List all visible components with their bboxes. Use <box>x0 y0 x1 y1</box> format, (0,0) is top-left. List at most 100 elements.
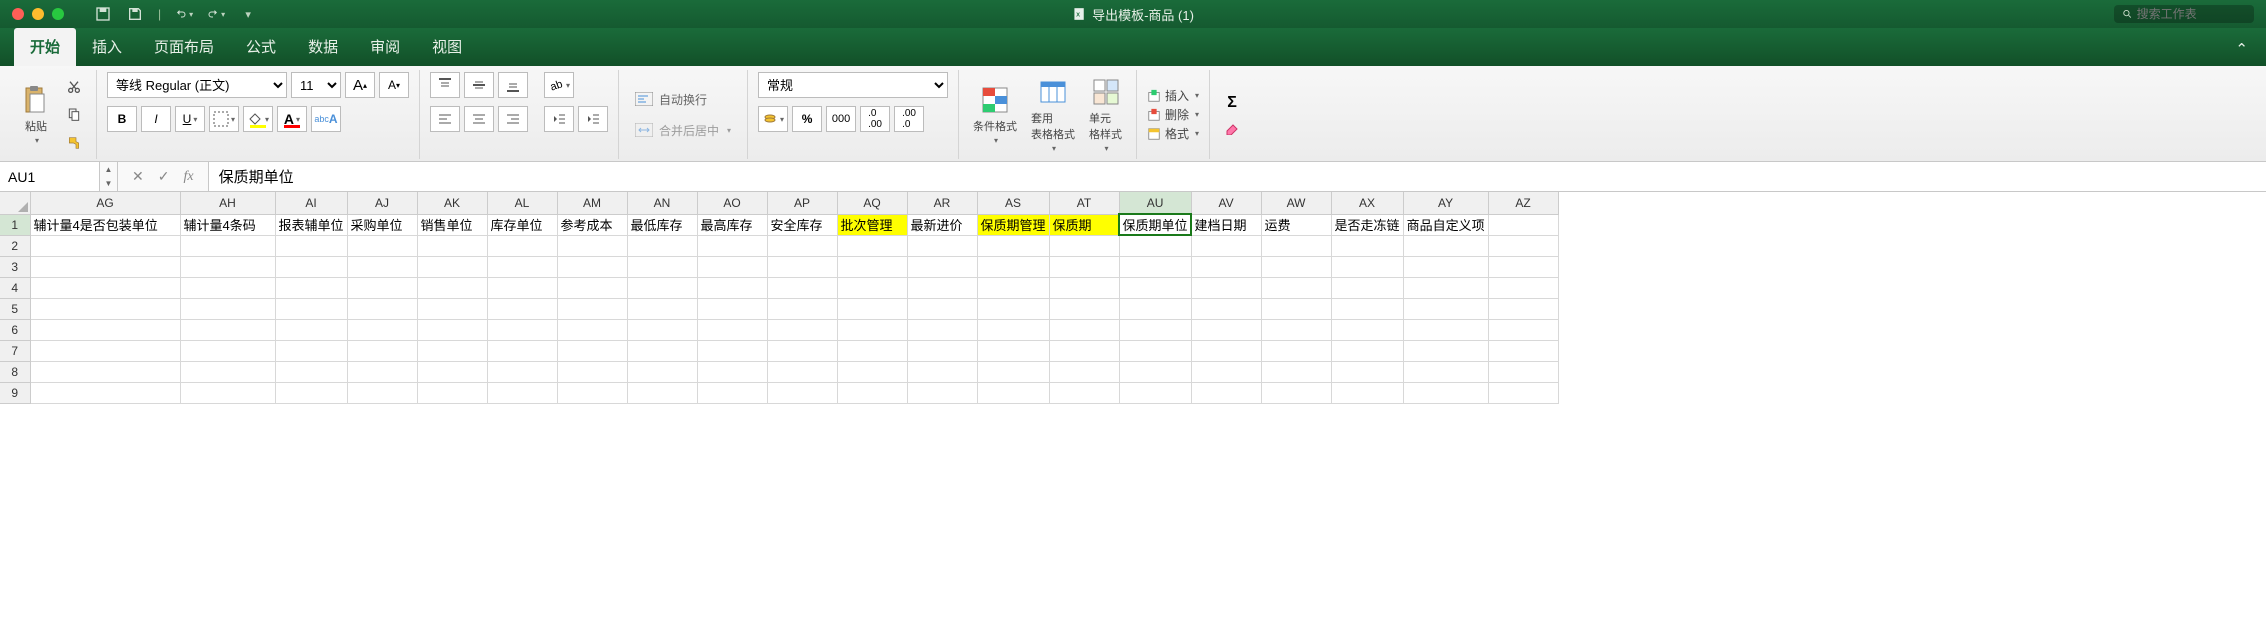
table-format-button[interactable]: 套用 表格格式▾ <box>1027 74 1079 155</box>
row-header-4[interactable]: 4 <box>0 277 30 298</box>
search-box[interactable] <box>2114 5 2254 23</box>
col-header-AO[interactable]: AO <box>697 192 767 214</box>
col-header-AM[interactable]: AM <box>557 192 627 214</box>
cell[interactable] <box>347 340 417 361</box>
cell[interactable] <box>1403 235 1488 256</box>
cell[interactable]: 库存单位 <box>487 214 557 235</box>
col-header-AQ[interactable]: AQ <box>837 192 907 214</box>
cell[interactable] <box>697 319 767 340</box>
cell[interactable] <box>275 361 347 382</box>
cell[interactable]: 采购单位 <box>347 214 417 235</box>
cell[interactable]: 报表辅单位 <box>275 214 347 235</box>
autosave-icon[interactable] <box>94 5 112 23</box>
name-box-stepper[interactable]: ▲▼ <box>100 162 118 191</box>
cell[interactable] <box>1191 277 1261 298</box>
fill-color-icon[interactable]: ▾ <box>243 106 273 132</box>
cell[interactable] <box>417 277 487 298</box>
cell[interactable] <box>697 277 767 298</box>
cell[interactable] <box>697 298 767 319</box>
cell[interactable] <box>1119 256 1191 277</box>
col-header-AZ[interactable]: AZ <box>1488 192 1558 214</box>
cell[interactable] <box>487 340 557 361</box>
phonetic-guide-icon[interactable]: abcA <box>311 106 341 132</box>
cell[interactable] <box>977 361 1049 382</box>
cell[interactable] <box>1119 340 1191 361</box>
cell[interactable] <box>1331 319 1403 340</box>
align-left-icon[interactable] <box>430 106 460 132</box>
cell[interactable] <box>1488 319 1558 340</box>
cell[interactable] <box>977 256 1049 277</box>
cell[interactable] <box>837 382 907 403</box>
cell[interactable] <box>1119 382 1191 403</box>
bold-button[interactable]: B <box>107 106 137 132</box>
cell[interactable] <box>697 361 767 382</box>
cell[interactable] <box>30 340 180 361</box>
cell[interactable] <box>557 256 627 277</box>
select-all-corner[interactable] <box>0 192 30 214</box>
align-center-icon[interactable] <box>464 106 494 132</box>
cell[interactable] <box>347 319 417 340</box>
cell[interactable] <box>180 361 275 382</box>
row-header-9[interactable]: 9 <box>0 382 30 403</box>
cell[interactable] <box>1488 277 1558 298</box>
cell[interactable] <box>347 361 417 382</box>
cell[interactable] <box>1261 256 1331 277</box>
col-header-AS[interactable]: AS <box>977 192 1049 214</box>
cell[interactable] <box>180 340 275 361</box>
cell[interactable] <box>30 382 180 403</box>
cell[interactable] <box>767 298 837 319</box>
tab-审阅[interactable]: 审阅 <box>354 28 416 66</box>
cell[interactable] <box>977 340 1049 361</box>
cell[interactable] <box>1403 361 1488 382</box>
copy-icon[interactable] <box>62 104 86 126</box>
cell[interactable] <box>1191 340 1261 361</box>
formula-input[interactable] <box>209 162 2266 191</box>
cell[interactable] <box>627 277 697 298</box>
cell[interactable] <box>180 277 275 298</box>
wrap-text-button[interactable]: 自动换行 <box>629 89 737 110</box>
cancel-formula-icon[interactable]: ✕ <box>132 168 144 185</box>
cell[interactable] <box>1261 340 1331 361</box>
col-header-AR[interactable]: AR <box>907 192 977 214</box>
cell[interactable] <box>627 382 697 403</box>
cell[interactable] <box>837 298 907 319</box>
insert-function-icon[interactable]: fx <box>183 169 193 185</box>
cell[interactable] <box>1049 298 1119 319</box>
cell[interactable] <box>627 340 697 361</box>
row-header-6[interactable]: 6 <box>0 319 30 340</box>
cell[interactable] <box>1331 256 1403 277</box>
cell[interactable] <box>557 361 627 382</box>
cell[interactable] <box>275 382 347 403</box>
cell[interactable] <box>275 256 347 277</box>
cell[interactable]: 运费 <box>1261 214 1331 235</box>
col-header-AW[interactable]: AW <box>1261 192 1331 214</box>
col-header-AT[interactable]: AT <box>1049 192 1119 214</box>
cell[interactable] <box>907 319 977 340</box>
cell[interactable]: 最高库存 <box>697 214 767 235</box>
cell[interactable] <box>557 319 627 340</box>
cut-icon[interactable] <box>62 76 86 98</box>
font-size-select[interactable]: 11 <box>291 72 341 98</box>
cell[interactable]: 最低库存 <box>627 214 697 235</box>
cell[interactable] <box>417 256 487 277</box>
cell[interactable] <box>1403 340 1488 361</box>
cell-styles-button[interactable]: 单元 格样式▾ <box>1085 74 1126 155</box>
insert-cells-button[interactable]: 插入▾ <box>1147 87 1199 104</box>
col-header-AX[interactable]: AX <box>1331 192 1403 214</box>
cell[interactable] <box>627 256 697 277</box>
zoom-window[interactable] <box>52 8 64 20</box>
cell[interactable] <box>487 361 557 382</box>
cell[interactable] <box>30 235 180 256</box>
cell[interactable] <box>1191 382 1261 403</box>
cell[interactable] <box>275 298 347 319</box>
spreadsheet-grid[interactable]: AGAHAIAJAKALAMANAOAPAQARASATAUAVAWAXAYAZ… <box>0 192 2266 404</box>
cell[interactable] <box>30 319 180 340</box>
cell[interactable] <box>275 340 347 361</box>
qat-customize-icon[interactable]: ▾ <box>239 5 257 23</box>
cell[interactable] <box>417 298 487 319</box>
cell[interactable] <box>487 298 557 319</box>
cell[interactable]: 保质期管理 <box>977 214 1049 235</box>
cell[interactable] <box>977 298 1049 319</box>
cell[interactable]: 辅计量4条码 <box>180 214 275 235</box>
cell[interactable] <box>180 382 275 403</box>
